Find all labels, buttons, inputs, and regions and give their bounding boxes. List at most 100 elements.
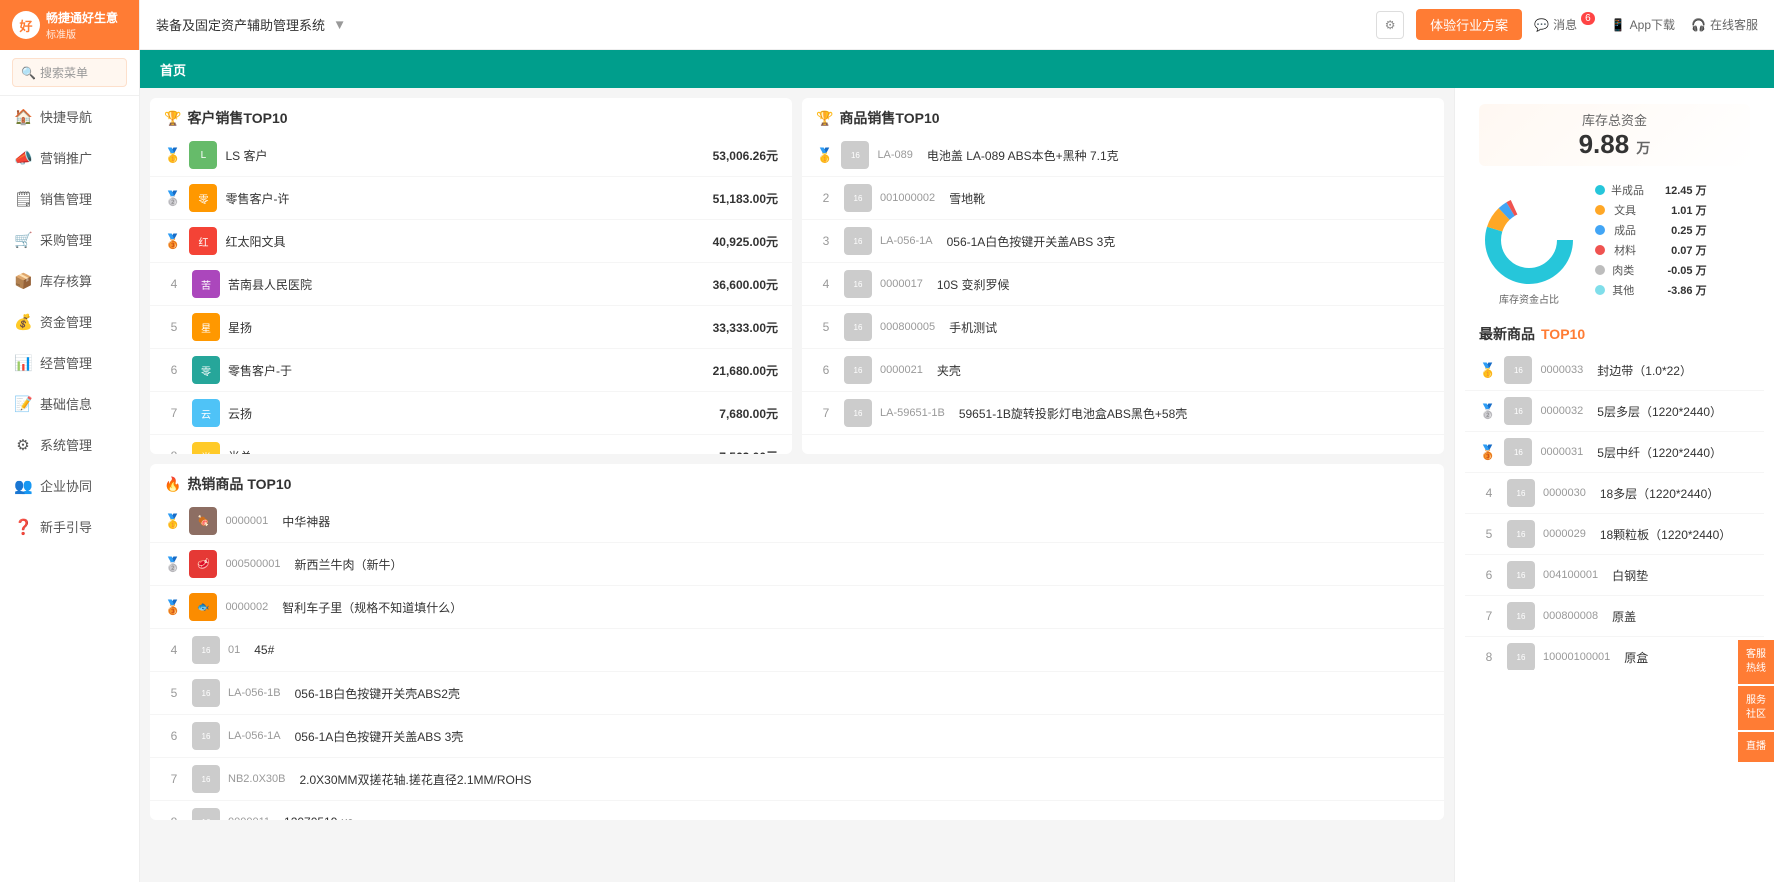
medal-gold-icon: 🥇: [164, 147, 181, 164]
legend-dot-2: [1595, 205, 1605, 215]
newest-row-1[interactable]: 🥇 16 0000033 封边带（1.0*22）: [1465, 350, 1764, 391]
hot-prod-avatar-6: 16: [192, 722, 220, 750]
customer-row-3[interactable]: 🥉 红 红太阳文具 40,925.00元: [150, 220, 792, 263]
customer-row-2[interactable]: 🥈 零 零售客户-许 51,183.00元: [150, 177, 792, 220]
hot-product-row-7[interactable]: 7 16 NB2.0X30B 2.0X30MM双搓花轴.搓花直径2.1MM/RO…: [150, 758, 1444, 801]
product-revenue-header: 🏆 商品销售TOP10: [802, 98, 1444, 134]
product-rev-row-5[interactable]: 5 16 000800005 手机测试: [802, 306, 1444, 349]
newest-products-header: 最新商品 TOP10: [1465, 314, 1764, 350]
newest-row-3[interactable]: 🥉 16 0000031 5层中纤（1220*2440）: [1465, 432, 1764, 473]
newest-products-card: 最新商品 TOP10 🥇 16 0000033 封边带（1.0*22） 🥈 16: [1465, 314, 1764, 670]
customer-row-7[interactable]: 7 云 云扬 7,680.00元: [150, 392, 792, 435]
legend-item-6: 其他 -3.86 万: [1595, 282, 1707, 298]
product-rev-row-6[interactable]: 6 16 0000021 夹壳: [802, 349, 1444, 392]
top-two-col: 🏆 客户销售TOP10 🥇 L LS 客户 53,006.26元: [150, 98, 1444, 454]
sidebar-item-newbie[interactable]: ❓ 新手引导: [0, 506, 139, 547]
app-download-btn[interactable]: 📱 App下载: [1611, 16, 1675, 33]
customer-avatar-8: 肖: [192, 442, 220, 454]
product-rev-row-7[interactable]: 7 16 LA-59651-1B 59651-1B旋转投影灯电池盒ABS黑色+5…: [802, 392, 1444, 435]
sidebar-item-home[interactable]: 🏠 快捷导航: [0, 96, 139, 137]
live-broadcast-btn[interactable]: 直播: [1738, 732, 1774, 762]
logo-icon: 好: [12, 11, 40, 39]
hot-prod-avatar-3: 🐟: [189, 593, 217, 621]
tab-home[interactable]: 首页: [140, 50, 206, 88]
hot-prod-avatar-4: 16: [192, 636, 220, 664]
legend-dot-1: [1595, 185, 1605, 195]
hot-prod-avatar-1: 🍖: [189, 507, 217, 535]
purchase-icon: 🛒: [14, 231, 32, 249]
system-title: 装备及固定资产辅助管理系统 ▼: [156, 15, 1364, 34]
donut-chart: 库存资金占比: [1479, 190, 1579, 290]
home-icon: 🏠: [14, 108, 32, 126]
sidebar-item-sales[interactable]: 🗒 销售管理: [0, 178, 139, 219]
customer-avatar-4: 苦: [192, 270, 220, 298]
product-rev-row-3[interactable]: 3 16 LA-056-1A 056-1A白色按键开关盖ABS 3克: [802, 220, 1444, 263]
sidebar-item-operations[interactable]: 📊 经营管理: [0, 342, 139, 383]
newest-row-5[interactable]: 5 16 0000029 18颗粒板（1220*2440）: [1465, 514, 1764, 555]
customer-service-hotline-btn[interactable]: 客服 热线: [1738, 640, 1774, 684]
hot-product-row-8[interactable]: 8 16 0000011 12070519-xs: [150, 801, 1444, 820]
customer-ranking-card: 🏆 客户销售TOP10 🥇 L LS 客户 53,006.26元: [150, 98, 792, 454]
content-area: 首页 🏆 客户销售TOP10 🥇: [140, 50, 1774, 882]
hot-products-header: 🔥 热销商品 TOP10: [150, 464, 1444, 500]
finance-icon: 💰: [14, 313, 32, 331]
newest-row-2[interactable]: 🥈 16 0000032 5层多层（1220*2440）: [1465, 391, 1764, 432]
hot-product-row-3[interactable]: 🥉 🐟 0000002 智利车子里（规格不知道填什么）: [150, 586, 1444, 629]
content-body: 🏆 客户销售TOP10 🥇 L LS 客户 53,006.26元: [140, 88, 1774, 882]
service-community-btn[interactable]: 服务 社区: [1738, 686, 1774, 730]
trial-button[interactable]: 体验行业方案: [1416, 9, 1522, 40]
sidebar-item-inventory[interactable]: 📦 库存核算: [0, 260, 139, 301]
sidebar-item-system[interactable]: ⚙ 系统管理: [0, 424, 139, 465]
basic-info-icon: 📝: [14, 395, 32, 413]
notification-badge: 6: [1581, 12, 1595, 25]
newest-avatar-3: 16: [1504, 438, 1532, 466]
hot-prod-avatar-7: 16: [192, 765, 220, 793]
newest-avatar-6: 16: [1507, 561, 1535, 589]
hot-product-row-6[interactable]: 6 16 LA-056-1A 056-1A白色按键开关盖ABS 3壳: [150, 715, 1444, 758]
product-revenue-list: 🥇 16 LA-089 电池盖 LA-089 ABS本色+黑种 7.1克 2 1…: [802, 134, 1444, 435]
customer-row-1[interactable]: 🥇 L LS 客户 53,006.26元: [150, 134, 792, 177]
trophy-icon: 🏆: [164, 110, 181, 127]
customer-avatar-6: 零: [192, 356, 220, 384]
hot-product-row-2[interactable]: 🥈 🥩 000500001 新西兰牛肉（新牛）: [150, 543, 1444, 586]
legend-item-2: 文具 1.01 万: [1595, 202, 1707, 218]
sidebar-item-marketing[interactable]: 📣 营销推广: [0, 137, 139, 178]
sidebar-item-finance[interactable]: 💰 资金管理: [0, 301, 139, 342]
customer-service-btn[interactable]: 🎧 在线客服: [1691, 16, 1758, 33]
customer-avatar-3: 红: [189, 227, 217, 255]
sidebar-item-purchase[interactable]: 🛒 采购管理: [0, 219, 139, 260]
product-rev-row-4[interactable]: 4 16 0000017 10S 变刹罗候: [802, 263, 1444, 306]
hot-prod-avatar-5: 16: [192, 679, 220, 707]
prod-avatar-6: 16: [844, 356, 872, 384]
hot-product-row-4[interactable]: 4 16 01 45#: [150, 629, 1444, 672]
search-menu-button[interactable]: 🔍 搜索菜单: [12, 58, 127, 87]
sidebar-nav: 🏠 快捷导航 📣 营销推广 🗒 销售管理 🛒 采购管理 📦 库存核算 💰 资金管…: [0, 96, 139, 882]
newest-row-4[interactable]: 4 16 0000030 18多层（1220*2440）: [1465, 473, 1764, 514]
notifications-btn[interactable]: 💬 消息 6: [1534, 16, 1595, 33]
settings-button[interactable]: ⚙: [1376, 11, 1404, 39]
product-rev-row-1[interactable]: 🥇 16 LA-089 电池盖 LA-089 ABS本色+黑种 7.1克: [802, 134, 1444, 177]
newest-avatar-8: 16: [1507, 643, 1535, 670]
newest-row-8[interactable]: 8 16 10000100001 原盒: [1465, 637, 1764, 670]
hot-product-row-5[interactable]: 5 16 LA-056-1B 056-1B白色按键开关壳ABS2壳: [150, 672, 1444, 715]
phone-icon: 📱: [1611, 18, 1626, 32]
legend-dot-4: [1595, 245, 1605, 255]
sidebar-item-basic-info[interactable]: 📝 基础信息: [0, 383, 139, 424]
customer-row-8[interactable]: 8 肖 肖总 7,563.00元: [150, 435, 792, 454]
sales-icon: 🗒: [14, 190, 32, 208]
newest-row-7[interactable]: 7 16 000800008 原盖: [1465, 596, 1764, 637]
hot-product-row-1[interactable]: 🥇 🍖 0000001 中华神器: [150, 500, 1444, 543]
prod-avatar-4: 16: [844, 270, 872, 298]
product-rev-row-2[interactable]: 2 16 001000002 雪地靴: [802, 177, 1444, 220]
logo-text: 畅捷通好生意 标准版: [46, 9, 118, 41]
sidebar-item-enterprise[interactable]: 👥 企业协同: [0, 465, 139, 506]
donut-svg: [1479, 190, 1579, 290]
system-dropdown-btn[interactable]: ▼: [333, 17, 346, 32]
inventory-icon: 📦: [14, 272, 32, 290]
customer-row-5[interactable]: 5 星 星扬 33,333.00元: [150, 306, 792, 349]
customer-row-4[interactable]: 4 苦 苦南县人民医院 36,600.00元: [150, 263, 792, 306]
hot-prod-avatar-8: 16: [192, 808, 220, 820]
customer-row-6[interactable]: 6 零 零售客户-于 21,680.00元: [150, 349, 792, 392]
newest-row-6[interactable]: 6 16 004100001 白钢垫: [1465, 555, 1764, 596]
hot-prod-avatar-2: 🥩: [189, 550, 217, 578]
